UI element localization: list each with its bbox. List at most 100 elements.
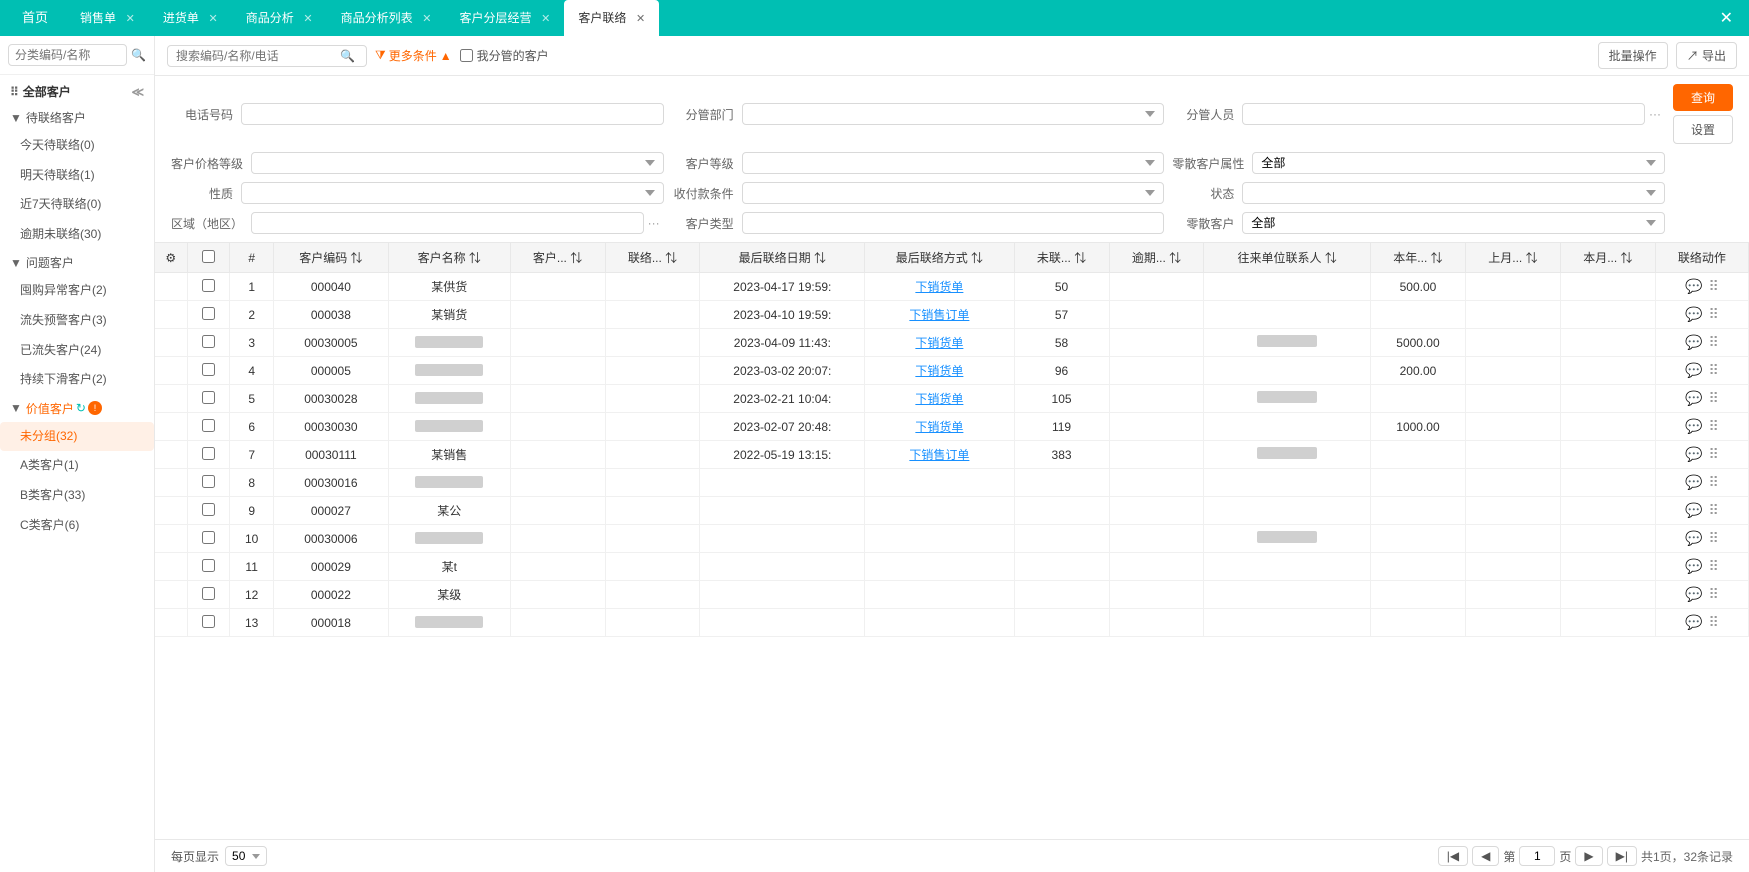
retail-customer-select[interactable]: 全部: [1242, 212, 1665, 234]
region-more-icon[interactable]: ···: [644, 216, 664, 230]
last-method-cell[interactable]: 下销售订单: [865, 441, 1014, 469]
grid-action-icon[interactable]: ⠿: [1709, 306, 1719, 323]
query-button[interactable]: 查询: [1673, 84, 1733, 111]
message-icon[interactable]: 💬: [1685, 418, 1702, 435]
close-product-list-tab[interactable]: ✕: [422, 13, 431, 25]
method-link[interactable]: 下销货单: [915, 336, 963, 350]
message-icon[interactable]: 💬: [1685, 586, 1702, 603]
checkbox-cell[interactable]: [187, 301, 230, 329]
sidebar-item-near7[interactable]: 近7天待联络(0): [0, 190, 154, 220]
row-checkbox[interactable]: [202, 503, 215, 516]
dept-select[interactable]: [742, 103, 1165, 125]
grid-action-icon[interactable]: ⠿: [1709, 502, 1719, 519]
grid-action-icon[interactable]: ⠿: [1709, 586, 1719, 603]
name-col-header[interactable]: 客户名称 ⇅: [388, 243, 510, 273]
method-link[interactable]: 下销货单: [915, 392, 963, 406]
tab-customer-contact[interactable]: 客户联络 ✕: [564, 0, 659, 36]
my-customers-checkbox[interactable]: 我分管的客户: [460, 47, 549, 64]
sidebar-item-class-b[interactable]: B类客户(33): [0, 481, 154, 511]
message-icon[interactable]: 💬: [1685, 530, 1702, 547]
row-checkbox[interactable]: [202, 587, 215, 600]
customer-type-input[interactable]: [742, 212, 1165, 234]
code-col-header[interactable]: 客户编码 ⇅: [273, 243, 388, 273]
overdue-col-header[interactable]: 逾期... ⇅: [1109, 243, 1204, 273]
last-method-cell[interactable]: 下销货单: [865, 329, 1014, 357]
row-checkbox[interactable]: [202, 419, 215, 432]
message-icon[interactable]: 💬: [1685, 362, 1702, 379]
sidebar-item-abnormal[interactable]: 囤购异常客户(2): [0, 276, 154, 306]
prev-page-btn[interactable]: ◀: [1472, 846, 1499, 866]
all-customers-title[interactable]: ⠿ 全部客户 ≪: [0, 75, 154, 104]
last-method-cell[interactable]: 下销货单: [865, 357, 1014, 385]
sidebar-item-decline[interactable]: 持续下滑客户(2): [0, 365, 154, 395]
checkbox-cell[interactable]: [187, 581, 230, 609]
sidebar-item-tomorrow[interactable]: 明天待联络(1): [0, 161, 154, 191]
message-icon[interactable]: 💬: [1685, 390, 1702, 407]
checkbox-cell[interactable]: [187, 609, 230, 637]
customer-level-select[interactable]: [742, 152, 1165, 174]
row-checkbox[interactable]: [202, 531, 215, 544]
manager-more-icon[interactable]: ···: [1645, 107, 1665, 121]
last-month-col-header[interactable]: 上月... ⇅: [1465, 243, 1560, 273]
sidebar-item-class-c[interactable]: C类客户(6): [0, 511, 154, 541]
checkbox-cell[interactable]: [187, 553, 230, 581]
global-close-button[interactable]: ✕: [1712, 8, 1741, 28]
tab-sales[interactable]: 销售单 ✕: [66, 0, 149, 36]
last-method-cell[interactable]: [865, 609, 1014, 637]
tab-purchase[interactable]: 进货单 ✕: [149, 0, 232, 36]
last-method-cell[interactable]: [865, 553, 1014, 581]
last-method-cell[interactable]: [865, 497, 1014, 525]
row-checkbox[interactable]: [202, 307, 215, 320]
last-method-cell[interactable]: [865, 525, 1014, 553]
my-customers-check[interactable]: [460, 49, 473, 62]
checkbox-cell[interactable]: [187, 385, 230, 413]
close-sales-tab[interactable]: ✕: [126, 13, 135, 25]
select-all-checkbox[interactable]: [202, 250, 215, 263]
grid-action-icon[interactable]: ⠿: [1709, 530, 1719, 547]
first-page-btn[interactable]: |◀: [1438, 846, 1468, 866]
tab-customer-segment[interactable]: 客户分层经营 ✕: [445, 0, 564, 36]
last-page-btn[interactable]: ▶|: [1607, 846, 1637, 866]
last-method-cell[interactable]: 下销货单: [865, 273, 1014, 301]
checkbox-cell[interactable]: [187, 469, 230, 497]
message-icon[interactable]: 💬: [1685, 558, 1702, 575]
main-search-box[interactable]: 🔍: [167, 45, 367, 67]
row-checkbox[interactable]: [202, 279, 215, 292]
cat-col-header[interactable]: 客户... ⇅: [510, 243, 605, 273]
retail-attr-select[interactable]: 全部: [1252, 152, 1665, 174]
page-input[interactable]: [1519, 846, 1555, 866]
row-checkbox[interactable]: [202, 475, 215, 488]
last-method-cell[interactable]: 下销货单: [865, 385, 1014, 413]
row-checkbox[interactable]: [202, 615, 215, 628]
message-icon[interactable]: 💬: [1685, 446, 1702, 463]
next-page-btn[interactable]: ▶: [1575, 846, 1602, 866]
row-checkbox[interactable]: [202, 335, 215, 348]
sidebar-item-class-a[interactable]: A类客户(1): [0, 451, 154, 481]
grid-action-icon[interactable]: ⠿: [1709, 278, 1719, 295]
search-icon2[interactable]: 🔍: [340, 49, 355, 63]
this-month-col-header[interactable]: 本月... ⇅: [1560, 243, 1655, 273]
tab-product-analysis-list[interactable]: 商品分析列表 ✕: [327, 0, 446, 36]
price-level-select[interactable]: [251, 152, 664, 174]
region-input[interactable]: [251, 212, 644, 234]
close-purchase-tab[interactable]: ✕: [209, 13, 218, 25]
search-icon[interactable]: 🔍: [131, 48, 146, 62]
checkbox-cell[interactable]: [187, 525, 230, 553]
sidebar-item-today[interactable]: 今天待联络(0): [0, 131, 154, 161]
phone-input[interactable]: [241, 103, 664, 125]
tab-product-analysis[interactable]: 商品分析 ✕: [232, 0, 327, 36]
method-link[interactable]: 下销货单: [915, 420, 963, 434]
grid-action-icon[interactable]: ⠿: [1709, 614, 1719, 631]
gender-select[interactable]: [241, 182, 664, 204]
last-method-cell[interactable]: [865, 469, 1014, 497]
close-contact-tab[interactable]: ✕: [636, 13, 645, 25]
checkbox-cell[interactable]: [187, 441, 230, 469]
sidebar-item-lost[interactable]: 已流失客户(24): [0, 336, 154, 366]
batch-operation-btn[interactable]: 批量操作: [1598, 42, 1668, 69]
checkbox-cell[interactable]: [187, 497, 230, 525]
checkbox-cell[interactable]: [187, 273, 230, 301]
refresh-icon[interactable]: ↻: [76, 401, 86, 415]
last-method-cell[interactable]: 下销货单: [865, 413, 1014, 441]
method-link[interactable]: 下销货单: [915, 280, 963, 294]
message-icon[interactable]: 💬: [1685, 502, 1702, 519]
